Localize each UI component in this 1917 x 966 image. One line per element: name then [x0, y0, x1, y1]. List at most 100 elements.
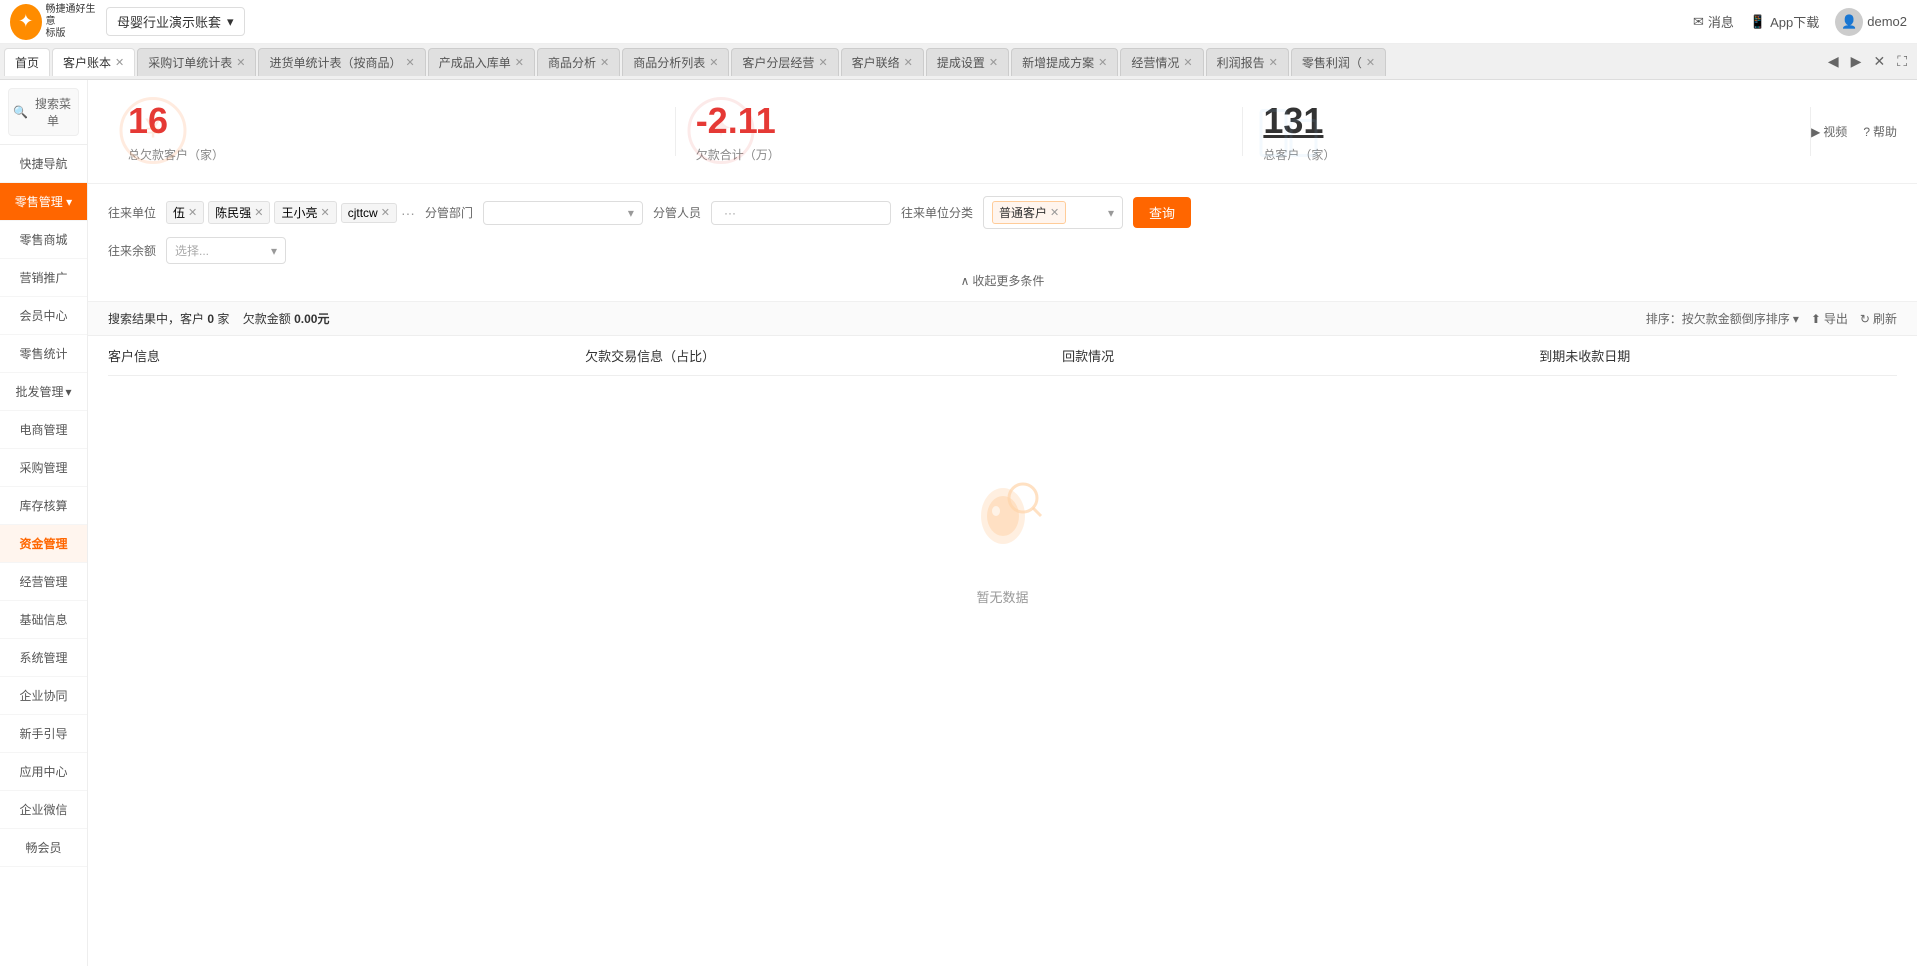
remove-tag-chen[interactable]: ✕ [254, 206, 263, 219]
sidebar-item-enterprise-collab[interactable]: 企业协同 [0, 677, 87, 715]
empty-text: 暂无数据 [976, 587, 1028, 606]
close-icon[interactable]: ✕ [1269, 56, 1278, 69]
sidebar-item-system-mgmt[interactable]: 系统管理 [0, 639, 87, 677]
sidebar-item-member-center[interactable]: 会员中心 [0, 297, 87, 335]
tab-goods-analysis-list[interactable]: 商品分析列表 ✕ [622, 48, 729, 76]
search-icon: 🔍 [13, 105, 28, 119]
dept-filter-label: 分管部门 [425, 204, 473, 221]
close-icon[interactable]: ✕ [1098, 56, 1107, 69]
tab-retail-profit[interactable]: 零售利润（ ✕ [1291, 48, 1386, 76]
results-bar: 搜索结果中，客户 0 家 欠款金额 0.00元 排序：按欠款金额倒序排序 ▾ ⬆… [88, 302, 1917, 336]
more-options-icon[interactable]: ··· [724, 206, 736, 220]
tab-profit-report[interactable]: 利润报告 ✕ [1206, 48, 1289, 76]
filter-more-btn[interactable]: ··· [401, 205, 415, 221]
refresh-btn[interactable]: ↻ 刷新 [1860, 310, 1897, 327]
tab-nav-actions: ◀ ▶ ✕ ⛶ [1822, 53, 1913, 70]
close-icon[interactable]: ✕ [989, 56, 998, 69]
sidebar-item-purchase-mgmt[interactable]: 采购管理 [0, 449, 87, 487]
tab-home[interactable]: 首页 [4, 48, 50, 76]
chevron-down-icon: ▾ [1793, 312, 1799, 326]
close-icon[interactable]: ✕ [115, 56, 124, 69]
remove-unit-type-tag[interactable]: ✕ [1050, 206, 1059, 219]
close-icon[interactable]: ✕ [1366, 56, 1375, 69]
help-btn[interactable]: ? 帮助 [1863, 123, 1897, 140]
user-menu[interactable]: 👤 demo2 [1835, 8, 1907, 36]
logo-icon: ✦ [10, 4, 42, 40]
col-header-repayment: 回款情况 [1062, 346, 1539, 365]
sidebar-item-finance[interactable]: 资金管理 [0, 525, 87, 563]
sidebar-item-quick-nav[interactable]: 快捷导航 [0, 145, 87, 183]
tab-customer-tier[interactable]: 客户分层经营 ✕ [731, 48, 838, 76]
search-menu-button[interactable]: 🔍 搜索菜单 [8, 88, 79, 136]
tab-close-all-btn[interactable]: ✕ [1867, 53, 1891, 70]
close-icon[interactable]: ✕ [406, 56, 415, 69]
close-icon[interactable]: ✕ [515, 56, 524, 69]
app-download-btn[interactable]: 📱 App下载 [1750, 12, 1819, 31]
stat-card-debt: ✦ -2.11 欠款合计（万） [676, 90, 1244, 173]
sidebar-item-inventory[interactable]: 库存核算 [0, 487, 87, 525]
sidebar-item-retail-mgmt[interactable]: 零售管理 ▾ [0, 183, 87, 221]
logo-text: 畅捷通好生意 标版 [46, 4, 99, 40]
message-btn[interactable]: ✉ 消息 [1693, 12, 1734, 31]
surplus-filter-select[interactable]: 选择... ▾ [166, 237, 286, 264]
person-filter-input[interactable]: ··· [711, 201, 891, 225]
close-icon[interactable]: ✕ [600, 56, 609, 69]
avatar: 👤 [1835, 8, 1863, 36]
filter-row-2: 往来余额 选择... ▾ [108, 237, 1897, 264]
col-header-date: 到期未收款日期 [1539, 346, 1897, 365]
tab-maximize-btn[interactable]: ⛶ [1891, 53, 1913, 70]
close-icon[interactable]: ✕ [709, 56, 718, 69]
sidebar-item-retail-mall[interactable]: 零售商城 [0, 221, 87, 259]
tab-customer-contact[interactable]: 客户联络 ✕ [841, 48, 924, 76]
tab-goods-analysis[interactable]: 商品分析 ✕ [537, 48, 620, 76]
tab-inbound-stats[interactable]: 进货单统计表（按商品） ✕ [258, 48, 425, 76]
sidebar-item-ecommerce[interactable]: 电商管理 [0, 411, 87, 449]
close-icon[interactable]: ✕ [236, 56, 245, 69]
tab-new-commission[interactable]: 新增提成方案 ✕ [1011, 48, 1118, 76]
filter-tag-cjttcw: cjttcw ✕ [341, 203, 397, 223]
sidebar-item-retail-stats[interactable]: 零售统计 [0, 335, 87, 373]
tab-cost-inbound[interactable]: 产成品入库单 ✕ [428, 48, 535, 76]
tab-next-btn[interactable]: ▶ [1845, 53, 1868, 70]
sidebar-item-app-center[interactable]: 应用中心 [0, 753, 87, 791]
tab-prev-btn[interactable]: ◀ [1822, 53, 1845, 70]
sidebar-item-operation-mgmt[interactable]: 经营管理 [0, 563, 87, 601]
video-help-area: ▶ 视频 ? 帮助 [1811, 123, 1897, 140]
unit-type-select[interactable]: 普通客户 ✕ ▾ [983, 196, 1123, 229]
chevron-up-icon: ∧ [961, 274, 970, 288]
video-btn[interactable]: ▶ 视频 [1811, 123, 1847, 140]
remove-tag-wu[interactable]: ✕ [188, 206, 197, 219]
sidebar-item-marketing[interactable]: 营销推广 [0, 259, 87, 297]
stats-row: ¥ 16 总欠款客户（家） ✦ -2.11 欠款合计（万） [88, 80, 1917, 184]
workspace-selector[interactable]: 母婴行业演示账套 ▾ [106, 7, 245, 36]
tab-commission-settings[interactable]: 提成设置 ✕ [926, 48, 1009, 76]
collapse-btn[interactable]: ∧ 收起更多条件 [961, 272, 1045, 289]
dept-filter-select[interactable]: ▾ [483, 201, 643, 225]
sidebar-item-batch-mgmt[interactable]: 批发管理 ▾ [0, 373, 87, 411]
message-icon: ✉ [1693, 14, 1704, 30]
tab-operation-status[interactable]: 经营情况 ✕ [1120, 48, 1203, 76]
sidebar-item-enterprise-wechat[interactable]: 企业微信 [0, 791, 87, 829]
logo-area: ✦ 畅捷通好生意 标版 [10, 4, 98, 40]
play-icon: ▶ [1811, 125, 1820, 139]
top-right-area: ✉ 消息 📱 App下载 👤 demo2 [1693, 8, 1907, 36]
search-button[interactable]: 查询 [1133, 197, 1191, 228]
stat-card-customers: ¥ 16 总欠款客户（家） [108, 90, 676, 173]
col-header-debt: 欠款交易信息（占比） [585, 346, 1062, 365]
unit-filter-label: 往来单位 [108, 204, 156, 221]
close-icon[interactable]: ✕ [1183, 56, 1192, 69]
filter-area: 往来单位 伍 ✕ 陈民强 ✕ 王小亮 ✕ cjttcw [88, 184, 1917, 302]
tab-customer-book[interactable]: 客户账本 ✕ [52, 48, 135, 76]
sidebar-item-basic-info[interactable]: 基础信息 [0, 601, 87, 639]
remove-tag-cjttcw[interactable]: ✕ [381, 206, 390, 219]
filter-tag-wu: 伍 ✕ [166, 201, 204, 224]
close-icon[interactable]: ✕ [818, 56, 827, 69]
close-icon[interactable]: ✕ [904, 56, 913, 69]
sidebar-item-vip-member[interactable]: 畅会员 [0, 829, 87, 867]
export-btn[interactable]: ⬆ 导出 [1811, 310, 1848, 327]
sidebar-item-new-guide[interactable]: 新手引导 [0, 715, 87, 753]
remove-tag-wang[interactable]: ✕ [321, 206, 330, 219]
empty-state: 暂无数据 [108, 376, 1897, 686]
tab-purchase-order[interactable]: 采购订单统计表 ✕ [137, 48, 256, 76]
sort-select[interactable]: 排序：按欠款金额倒序排序 ▾ [1646, 310, 1799, 327]
